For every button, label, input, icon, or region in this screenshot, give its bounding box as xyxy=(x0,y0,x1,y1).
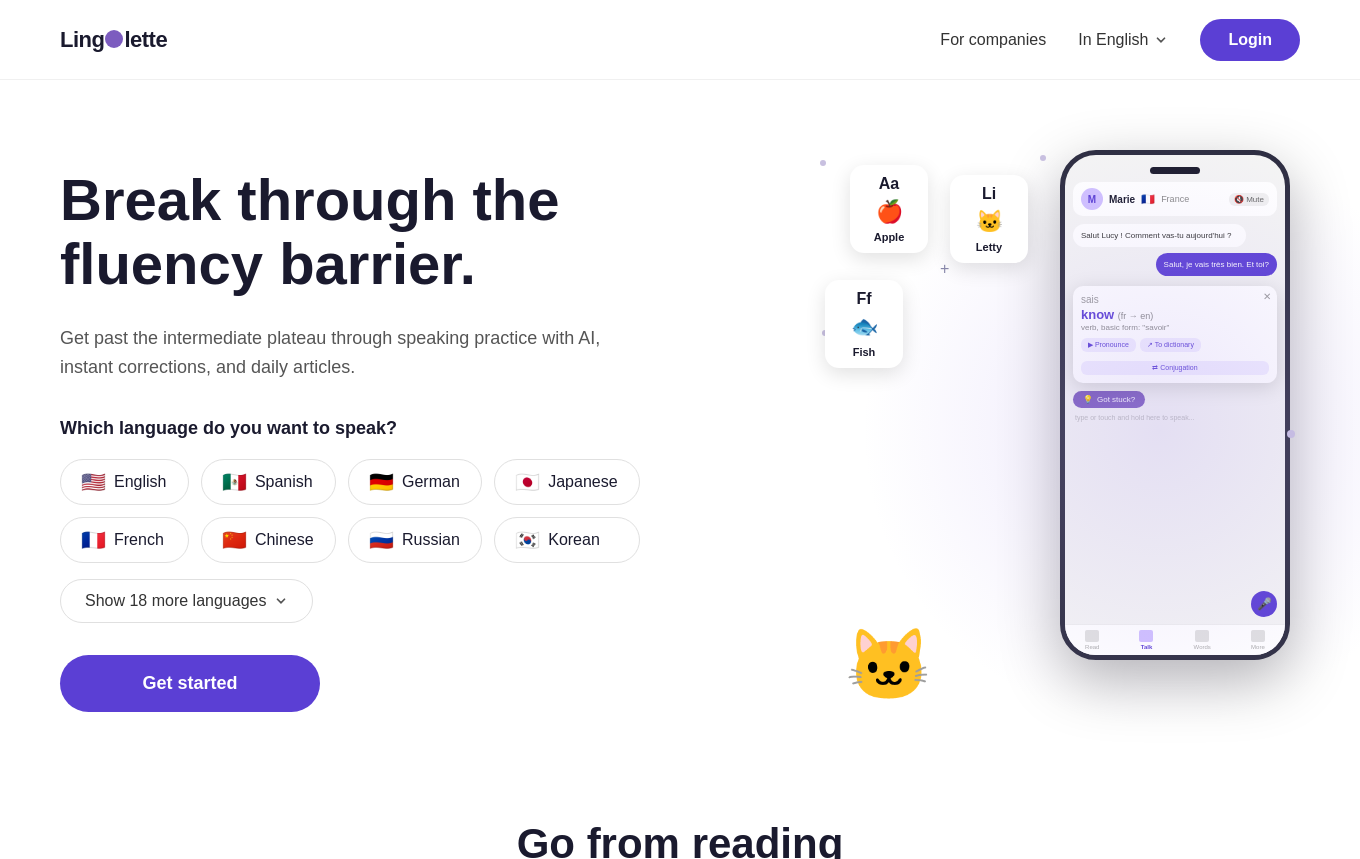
lang-btn-japanese[interactable]: 🇯🇵 Japanese xyxy=(494,459,640,505)
flashcard-li: Li 🐱 Letty xyxy=(950,175,1028,263)
lang-label-japanese: Japanese xyxy=(548,473,617,491)
lang-label-russian: Russian xyxy=(402,531,460,549)
bottom-section: Go from reading xyxy=(0,780,1360,859)
flashcard-ff-emoji: 🐟 xyxy=(851,314,878,340)
lang-btn-korean[interactable]: 🇰🇷 Korean xyxy=(494,517,640,563)
lang-btn-russian[interactable]: 🇷🇺 Russian xyxy=(348,517,482,563)
dot1 xyxy=(820,160,826,166)
flag-english: 🇺🇸 xyxy=(81,472,106,492)
nav-language-selector[interactable]: In English xyxy=(1078,31,1168,49)
lang-label-chinese: Chinese xyxy=(255,531,314,549)
lang-btn-english[interactable]: 🇺🇸 English xyxy=(60,459,189,505)
flag-korean: 🇰🇷 xyxy=(515,530,540,550)
language-grid: 🇺🇸 English 🇲🇽 Spanish 🇩🇪 German 🇯🇵 Japan… xyxy=(60,459,640,563)
lang-btn-chinese[interactable]: 🇨🇳 Chinese xyxy=(201,517,336,563)
lang-btn-spanish[interactable]: 🇲🇽 Spanish xyxy=(201,459,336,505)
flag-japanese: 🇯🇵 xyxy=(515,472,540,492)
hero-section: Break through the fluency barrier. Get p… xyxy=(0,80,1360,780)
lang-label-korean: Korean xyxy=(548,531,600,549)
cat-mascot: 🐱 xyxy=(845,630,932,700)
flashcard-aa: Aa 🍎 Apple xyxy=(850,165,928,253)
flashcard-ff-label: Fish xyxy=(853,346,876,358)
header: Linglette For companies In English Login xyxy=(0,0,1360,80)
flag-french: 🇫🇷 xyxy=(81,530,106,550)
flashcard-aa-emoji: 🍎 xyxy=(876,199,903,225)
lang-btn-german[interactable]: 🇩🇪 German xyxy=(348,459,482,505)
flashcard-ff-letter: Ff xyxy=(856,290,871,308)
lang-label-spanish: Spanish xyxy=(255,473,313,491)
logo[interactable]: Linglette xyxy=(60,27,167,53)
flashcard-li-letter: Li xyxy=(982,185,996,203)
lang-label-english: English xyxy=(114,473,166,491)
flashcard-ff: Ff 🐟 Fish xyxy=(825,280,903,368)
login-button[interactable]: Login xyxy=(1200,19,1300,61)
flashcard-aa-label: Apple xyxy=(874,231,905,243)
flashcard-li-label: Letty xyxy=(976,241,1002,253)
logo-o-icon xyxy=(105,30,123,48)
flag-chinese: 🇨🇳 xyxy=(222,530,247,550)
chevron-down-icon xyxy=(1154,33,1168,47)
lang-label-french: French xyxy=(114,531,164,549)
hero-left: Break through the fluency barrier. Get p… xyxy=(60,168,640,711)
flag-german: 🇩🇪 xyxy=(369,472,394,492)
language-question: Which language do you want to speak? xyxy=(60,418,640,439)
get-started-button[interactable]: Get started xyxy=(60,655,320,712)
show-more-languages-button[interactable]: Show 18 more languages xyxy=(60,579,313,623)
hero-title: Break through the fluency barrier. xyxy=(60,168,640,296)
bottom-hint-text: Go from reading xyxy=(60,820,1300,859)
nav-language-label: In English xyxy=(1078,31,1148,49)
header-nav: For companies In English Login xyxy=(940,19,1300,61)
hero-subtitle: Get past the intermediate plateau throug… xyxy=(60,324,640,382)
flag-spanish: 🇲🇽 xyxy=(222,472,247,492)
nav-companies-link[interactable]: For companies xyxy=(940,31,1046,49)
flashcard-li-emoji: 🐱 xyxy=(976,209,1003,235)
flashcard-aa-letter: Aa xyxy=(879,175,899,193)
flag-russian: 🇷🇺 xyxy=(369,530,394,550)
chevron-down-small-icon xyxy=(274,594,288,608)
lang-label-german: German xyxy=(402,473,460,491)
show-more-label: Show 18 more languages xyxy=(85,592,266,610)
lang-btn-french[interactable]: 🇫🇷 French xyxy=(60,517,189,563)
